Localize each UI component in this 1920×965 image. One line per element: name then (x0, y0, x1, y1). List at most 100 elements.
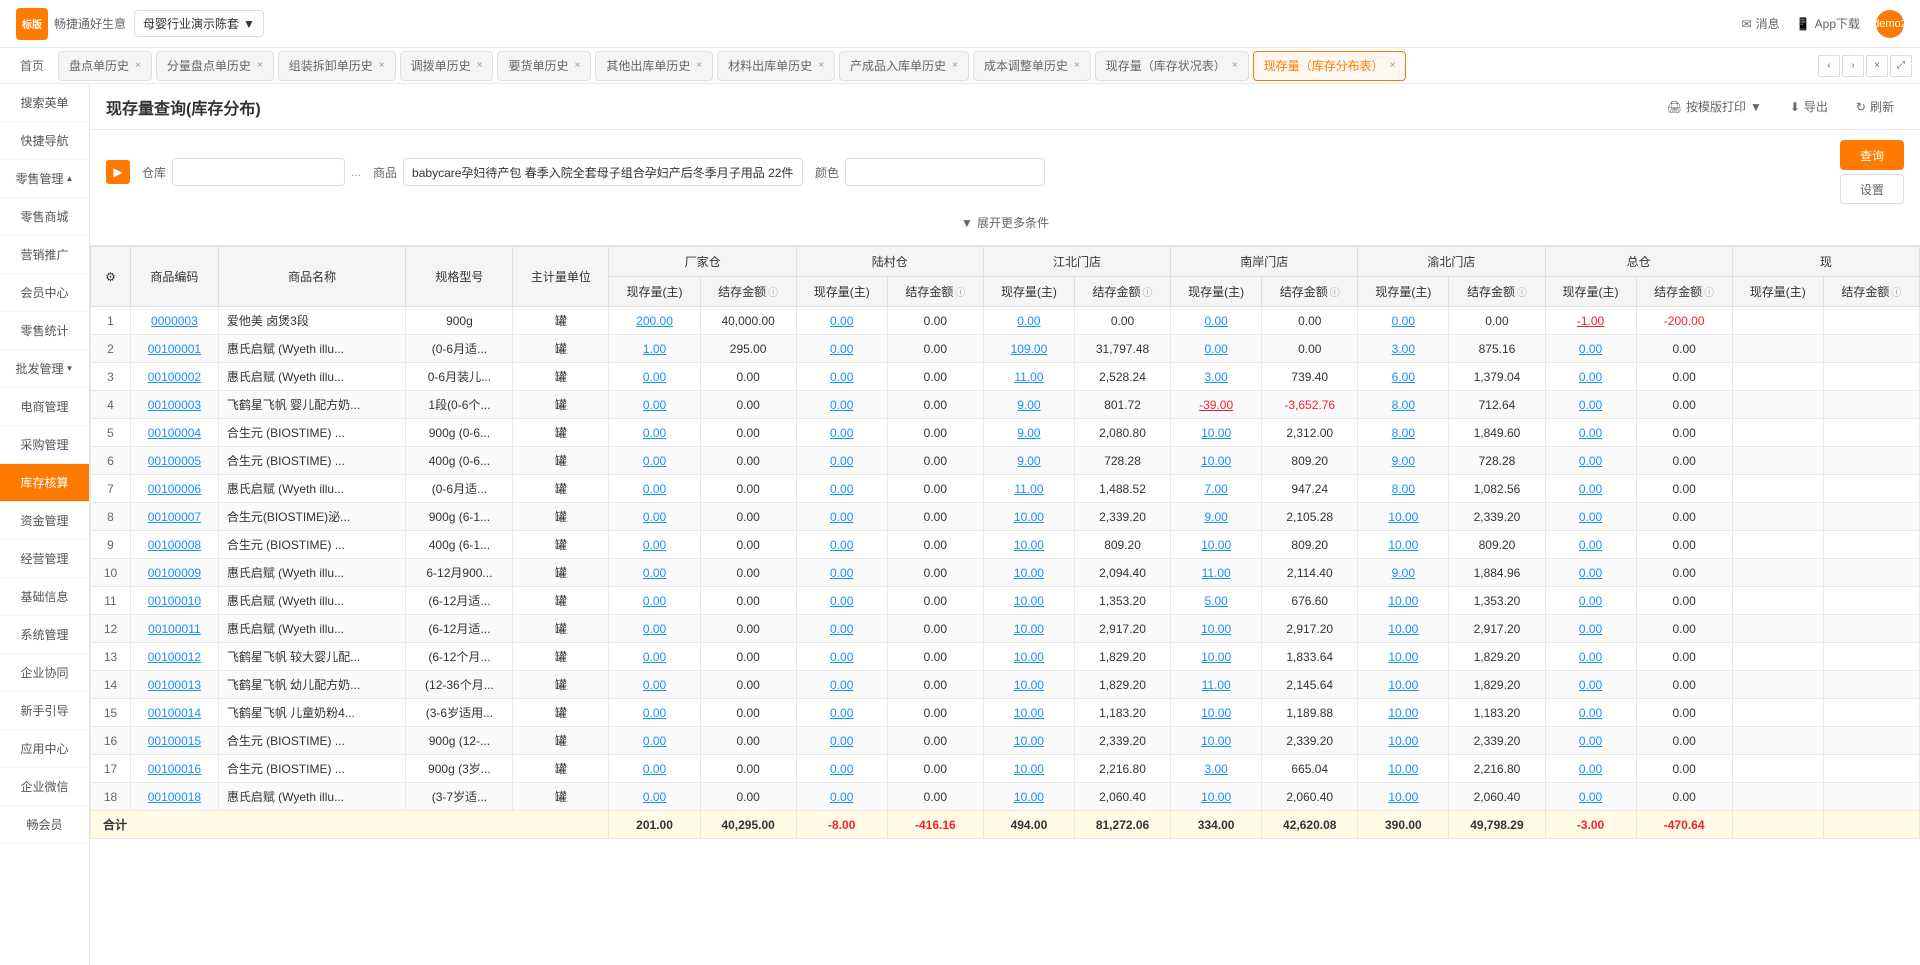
cell-yb-qty[interactable]: 10.00 (1358, 531, 1449, 559)
sidebar-item-inventory[interactable]: 库存核算 (0, 464, 89, 502)
cell-yb-qty[interactable]: 10.00 (1358, 587, 1449, 615)
close-icon-7[interactable]: × (952, 60, 958, 71)
color-input[interactable] (845, 158, 1045, 186)
cell-jb-qty[interactable]: 10.00 (983, 643, 1074, 671)
cell-na-qty[interactable]: 10.00 (1171, 615, 1262, 643)
query-btn[interactable]: 查询 (1840, 140, 1904, 170)
sidebar-item-retail-stat[interactable]: 零售统计 (0, 312, 89, 350)
info-icon-1[interactable]: ⓘ (768, 288, 778, 299)
info-icon-4[interactable]: ⓘ (1330, 288, 1340, 299)
th-setting[interactable]: ⚙ (91, 247, 131, 307)
cell-na-qty[interactable]: 10.00 (1171, 419, 1262, 447)
cell-fj-qty[interactable]: 0.00 (609, 363, 700, 391)
cell-zc-qty[interactable]: -1.00 (1545, 307, 1636, 335)
tab-item-10[interactable]: 现存量（库存分布表） × (1253, 51, 1407, 81)
sidebar-item-member2[interactable]: 畅会员 (0, 806, 89, 844)
cell-yb-qty[interactable]: 6.00 (1358, 363, 1449, 391)
cell-zc-qty[interactable]: 0.00 (1545, 335, 1636, 363)
cell-code[interactable]: 00100009 (131, 559, 219, 587)
cell-na-qty[interactable]: 3.00 (1171, 755, 1262, 783)
warehouse-input[interactable] (172, 158, 345, 186)
cell-yb-qty[interactable]: 8.00 (1358, 475, 1449, 503)
cell-code[interactable]: 00100001 (131, 335, 219, 363)
cell-jb-qty[interactable]: 10.00 (983, 559, 1074, 587)
info-icon-3[interactable]: ⓘ (1143, 288, 1153, 299)
cell-zc-qty[interactable]: 0.00 (1545, 391, 1636, 419)
cell-na-qty[interactable]: 10.00 (1171, 783, 1262, 811)
cell-jb-qty[interactable]: 10.00 (983, 699, 1074, 727)
cell-lc-qty[interactable]: 0.00 (796, 531, 887, 559)
cell-lc-qty[interactable]: 0.00 (796, 755, 887, 783)
cell-zc-qty[interactable]: 0.00 (1545, 363, 1636, 391)
cell-code[interactable]: 00100004 (131, 419, 219, 447)
cell-jb-qty[interactable]: 10.00 (983, 587, 1074, 615)
cell-lc-qty[interactable]: 0.00 (796, 503, 887, 531)
sidebar-item-ecommerce[interactable]: 电商管理 (0, 388, 89, 426)
tab-prev-btn[interactable]: ‹ (1818, 55, 1840, 77)
cell-zc-qty[interactable]: 0.00 (1545, 755, 1636, 783)
tab-item-7[interactable]: 产成品入库单历史 × (839, 51, 969, 81)
close-icon-9[interactable]: × (1232, 60, 1238, 71)
cell-na-qty[interactable]: 7.00 (1171, 475, 1262, 503)
info-icon-2[interactable]: ⓘ (955, 288, 965, 299)
cell-code[interactable]: 00100016 (131, 755, 219, 783)
cell-yb-qty[interactable]: 10.00 (1358, 671, 1449, 699)
cell-code[interactable]: 00100007 (131, 503, 219, 531)
tab-item-0[interactable]: 盘点单历史 × (58, 51, 152, 81)
cell-lc-qty[interactable]: 0.00 (796, 587, 887, 615)
app-download-btn[interactable]: 📱 App下载 (1796, 15, 1860, 32)
close-icon-1[interactable]: × (257, 60, 263, 71)
cell-jb-qty[interactable]: 9.00 (983, 447, 1074, 475)
goods-input[interactable] (403, 158, 803, 186)
sidebar-item-wholesale[interactable]: 批发管理 ▼ (0, 350, 89, 388)
cell-jb-qty[interactable]: 10.00 (983, 783, 1074, 811)
cell-fj-qty[interactable]: 0.00 (609, 503, 700, 531)
cell-zc-qty[interactable]: 0.00 (1545, 783, 1636, 811)
cell-na-qty[interactable]: -39.00 (1171, 391, 1262, 419)
sidebar-item-weixin[interactable]: 企业微信 (0, 768, 89, 806)
cell-lc-qty[interactable]: 0.00 (796, 335, 887, 363)
cell-code[interactable]: 00100003 (131, 391, 219, 419)
tab-item-4[interactable]: 要货单历史 × (497, 51, 591, 81)
cell-yb-qty[interactable]: 8.00 (1358, 391, 1449, 419)
cell-na-qty[interactable]: 5.00 (1171, 587, 1262, 615)
cell-code[interactable]: 00100014 (131, 699, 219, 727)
tab-home[interactable]: 首页 (8, 48, 56, 84)
user-area[interactable]: demo2 (1876, 10, 1904, 38)
close-icon-6[interactable]: × (818, 60, 824, 71)
cell-zc-qty[interactable]: 0.00 (1545, 615, 1636, 643)
cell-lc-qty[interactable]: 0.00 (796, 419, 887, 447)
cell-code[interactable]: 00100006 (131, 475, 219, 503)
cell-yb-qty[interactable]: 10.00 (1358, 727, 1449, 755)
cell-zc-qty[interactable]: 0.00 (1545, 671, 1636, 699)
cell-lc-qty[interactable]: 0.00 (796, 363, 887, 391)
tab-item-5[interactable]: 其他出库单历史 × (595, 51, 713, 81)
cell-yb-qty[interactable]: 0.00 (1358, 307, 1449, 335)
tab-item-2[interactable]: 组装拆卸单历史 × (278, 51, 396, 81)
cell-na-qty[interactable]: 11.00 (1171, 671, 1262, 699)
cell-yb-qty[interactable]: 10.00 (1358, 615, 1449, 643)
close-icon-5[interactable]: × (696, 60, 702, 71)
close-icon-3[interactable]: × (477, 60, 483, 71)
cell-zc-qty[interactable]: 0.00 (1545, 699, 1636, 727)
tab-item-3[interactable]: 调拨单历史 × (400, 51, 494, 81)
cell-yb-qty[interactable]: 9.00 (1358, 559, 1449, 587)
toggle-btn[interactable]: ▶ (106, 160, 130, 184)
cell-fj-qty[interactable]: 0.00 (609, 783, 700, 811)
cell-jb-qty[interactable]: 11.00 (983, 363, 1074, 391)
cell-code[interactable]: 00100015 (131, 727, 219, 755)
cell-lc-qty[interactable]: 0.00 (796, 643, 887, 671)
cell-zc-qty[interactable]: 0.00 (1545, 447, 1636, 475)
cell-fj-qty[interactable]: 0.00 (609, 559, 700, 587)
cell-fj-qty[interactable]: 0.00 (609, 419, 700, 447)
cell-fj-qty[interactable]: 0.00 (609, 671, 700, 699)
cell-yb-qty[interactable]: 10.00 (1358, 503, 1449, 531)
sidebar-item-finance[interactable]: 资金管理 (0, 502, 89, 540)
cell-fj-qty[interactable]: 0.00 (609, 727, 700, 755)
cell-fj-qty[interactable]: 0.00 (609, 391, 700, 419)
cell-fj-qty[interactable]: 0.00 (609, 531, 700, 559)
cell-lc-qty[interactable]: 0.00 (796, 727, 887, 755)
cell-zc-qty[interactable]: 0.00 (1545, 419, 1636, 447)
cell-code[interactable]: 0000003 (131, 307, 219, 335)
sidebar-item-operations[interactable]: 经营管理 (0, 540, 89, 578)
